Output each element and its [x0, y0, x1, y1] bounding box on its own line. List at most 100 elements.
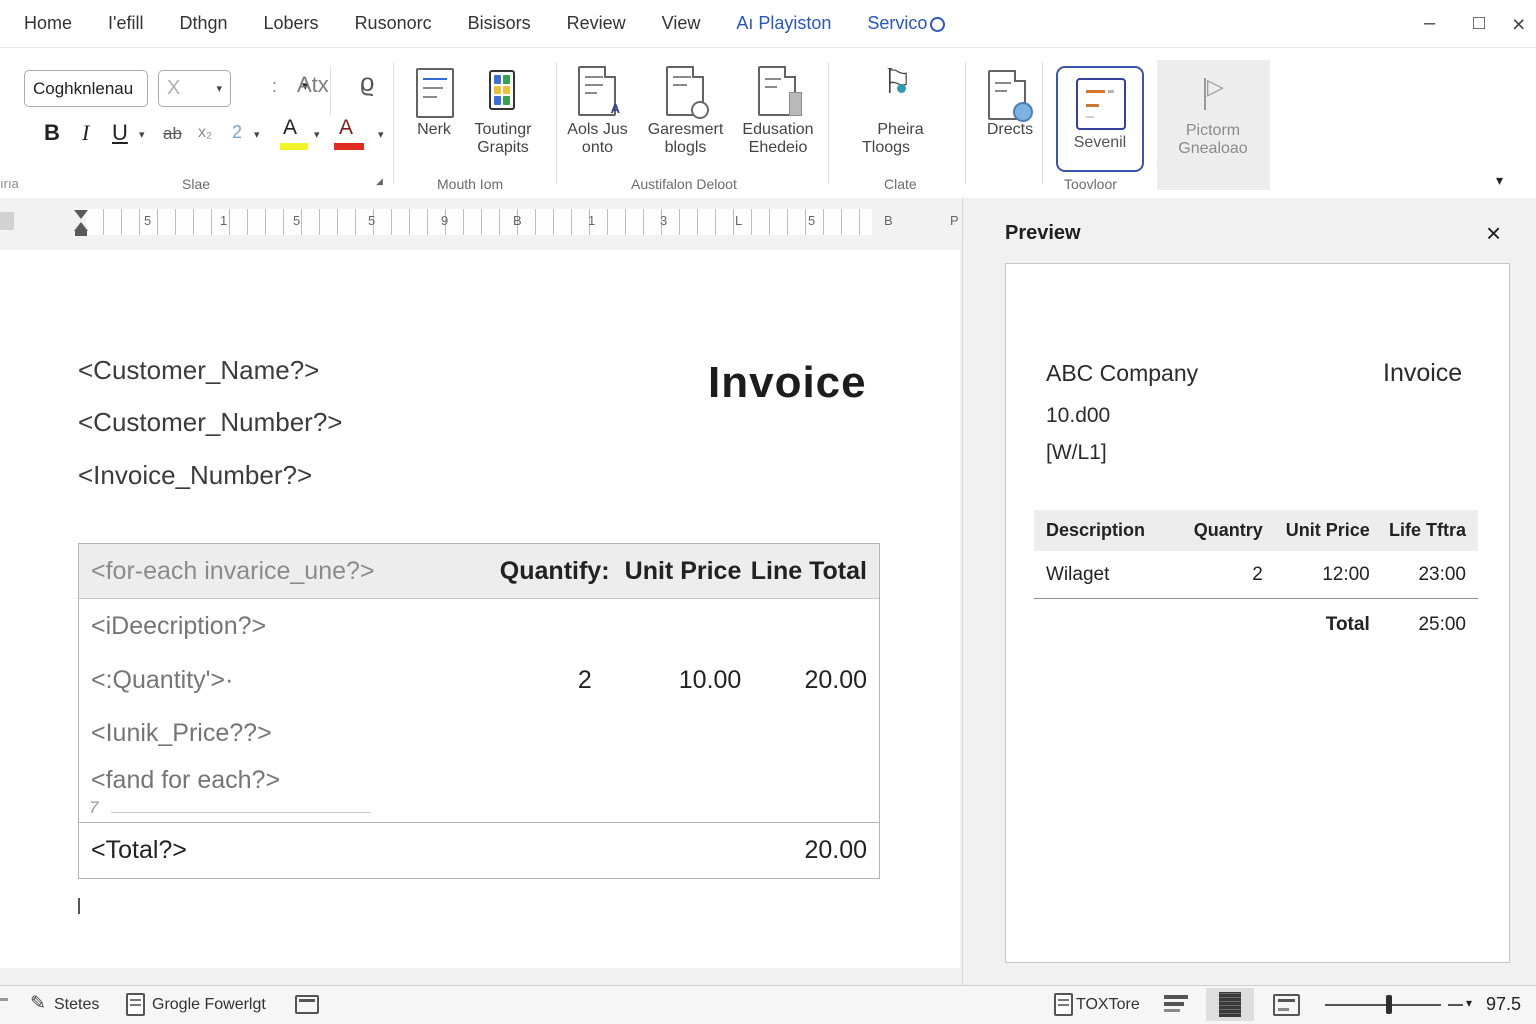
preview-pane: Preview × ABC Company Invoice 10.d00 [W/…	[963, 198, 1536, 985]
superscript-button[interactable]: 2	[232, 122, 242, 143]
merge-start-button[interactable]: Nerk	[404, 121, 464, 139]
header-line-total: Line Total	[750, 556, 867, 585]
language-status[interactable]: Grogle Fowerlgt	[152, 996, 266, 1014]
pen-icon: ✎	[30, 993, 46, 1014]
preview-data-row: Wilaget 2 12:00 23:00	[1034, 551, 1478, 599]
insert-field-icon: A	[578, 66, 620, 116]
ruler-label: 5	[368, 213, 376, 228]
finish-merge-button[interactable]: Edusation Ehedeio	[728, 121, 828, 157]
chevron-down-icon[interactable]: ▾	[139, 128, 145, 141]
strikethrough-button[interactable]: ab	[163, 124, 182, 144]
preview-header-unit-price: Unit Price	[1285, 520, 1370, 540]
edge-mark	[0, 998, 8, 1001]
store-doc-icon	[1054, 993, 1073, 1016]
font-name-combobox[interactable]: Coghknlenau	[24, 70, 148, 107]
italic-button[interactable]: I	[82, 120, 89, 146]
cell-quantity-value: 2	[577, 666, 592, 694]
font-color-swatch	[334, 143, 364, 150]
preview-results-button[interactable]: Garesmert blogls	[638, 121, 733, 157]
zoom-out-dash[interactable]	[1448, 1004, 1463, 1006]
directs-button[interactable]: Drects	[975, 121, 1045, 139]
preview-close-icon[interactable]: ×	[1486, 218, 1501, 249]
preview-card-icon	[1076, 78, 1126, 130]
preview-table: Description Quantry Unit Price Life Tftr…	[1034, 510, 1478, 651]
menu-home[interactable]: Home	[24, 13, 72, 34]
minimize-button[interactable]: –	[1424, 12, 1435, 35]
flag-tools-button[interactable]: Pheira Tloogs	[858, 121, 943, 157]
document-title: Invoice	[708, 358, 867, 407]
zoom-slider-handle[interactable]	[1386, 995, 1392, 1014]
store-status[interactable]: TOXTore	[1076, 996, 1140, 1014]
zoom-percentage[interactable]: 97.5	[1486, 994, 1521, 1015]
clear-formatting-button[interactable]: Atx	[297, 72, 329, 98]
preview-doc-title: Invoice	[1383, 359, 1463, 387]
menu-ai-playiston[interactable]: Aı Playiston	[736, 13, 831, 34]
close-button[interactable]: ×	[1512, 11, 1525, 38]
ruler: 5 1 5 5 9 B 1 3 L 5 B P	[0, 198, 962, 240]
chevron-down-icon[interactable]: ▾	[1466, 996, 1472, 1010]
flag-dot-icon	[897, 84, 906, 93]
group-label-flag: Clate	[884, 176, 917, 192]
ruler-band	[86, 209, 872, 235]
chevron-down-icon[interactable]: ▾	[314, 128, 320, 141]
group-label-font: Slae	[182, 176, 211, 192]
ruler-label: 5	[808, 213, 816, 228]
chevron-down-icon[interactable]: ▾	[254, 128, 260, 141]
menu-file[interactable]: I'efill	[108, 13, 143, 34]
ruler-label: B	[884, 213, 893, 228]
menu-design[interactable]: Dthgn	[179, 13, 227, 34]
dialog-launcher-icon[interactable]: ◢	[376, 176, 383, 187]
preview-total-value: 25:00	[1418, 614, 1466, 635]
indent-marker-top[interactable]	[74, 210, 88, 219]
view-read-mode-icon[interactable]	[1164, 995, 1188, 1012]
menu-view[interactable]: View	[662, 13, 701, 34]
paragraph-mark-button[interactable]: ϱ	[360, 69, 374, 98]
finish-merge-icon	[758, 66, 802, 116]
font-color-button[interactable]: A	[339, 116, 353, 140]
ruler-label: P	[950, 213, 959, 228]
ruler-label: 3	[660, 213, 668, 228]
maximize-button[interactable]: □	[1473, 12, 1485, 35]
divider	[393, 62, 394, 184]
underline-button[interactable]: U	[112, 120, 128, 146]
menu-letters[interactable]: Lobers	[264, 13, 319, 34]
indent-marker-bottom[interactable]	[74, 222, 88, 231]
merge-start-icon	[416, 68, 454, 118]
cell-total-placeholder: <Total?>	[91, 836, 187, 864]
font-size-combobox[interactable]: X ▾	[158, 70, 231, 107]
view-print-layout-icon[interactable]	[1206, 988, 1254, 1021]
insert-field-button[interactable]: Aols Jus onto	[555, 121, 640, 157]
card-icon[interactable]	[295, 995, 319, 1014]
flag-outline-icon	[1204, 78, 1206, 110]
states-status[interactable]: Stetes	[54, 996, 99, 1014]
highlight-color-button[interactable]: A	[283, 116, 297, 140]
document-page[interactable]: <Customer_Name?> Invoice <Customer_Numbe…	[0, 250, 960, 968]
preview-cell-quantity: 2	[1252, 563, 1263, 585]
preview-results-icon	[666, 66, 709, 119]
view-web-layout-icon[interactable]	[1273, 994, 1300, 1016]
ribbon-collapse-icon[interactable]: ▾	[1496, 172, 1503, 189]
cell-total-value: 20.00	[804, 836, 867, 864]
menu-references[interactable]: Rusonorc	[355, 13, 432, 34]
divider	[965, 62, 966, 184]
menu-review[interactable]: Review	[567, 13, 626, 34]
recipients-grid-icon	[489, 70, 515, 110]
cell-quantity-placeholder: <:Quantity'>·	[91, 666, 234, 694]
menu-service[interactable]: Servico	[867, 13, 946, 34]
spacing-button[interactable]: :	[272, 76, 277, 97]
ruler-origin-marker	[0, 212, 14, 230]
ruler-label: L	[735, 213, 743, 228]
placeholder-customer-name: <Customer_Name?>	[78, 355, 320, 385]
indent-marker-box[interactable]	[75, 231, 87, 236]
recipients-button[interactable]: Toutingr Grapits	[458, 121, 548, 157]
zoom-slider-track[interactable]	[1325, 1004, 1441, 1006]
header-foreach: <for-each invarice_une?>	[91, 556, 375, 585]
menubar: Home I'efill Dthgn Lobers Rusonorc Bisis…	[0, 0, 1536, 48]
menu-revisions[interactable]: Bisisors	[468, 13, 531, 34]
chevron-down-icon[interactable]: ▾	[378, 128, 384, 141]
cell-description-placeholder: <iDeecription?>	[91, 612, 267, 640]
bold-button[interactable]: B	[44, 120, 60, 146]
subscript-button[interactable]: x₂	[198, 124, 212, 142]
preview-toggle-button[interactable]: Sevenil	[1056, 66, 1144, 172]
ruler-label: 9	[441, 213, 449, 228]
